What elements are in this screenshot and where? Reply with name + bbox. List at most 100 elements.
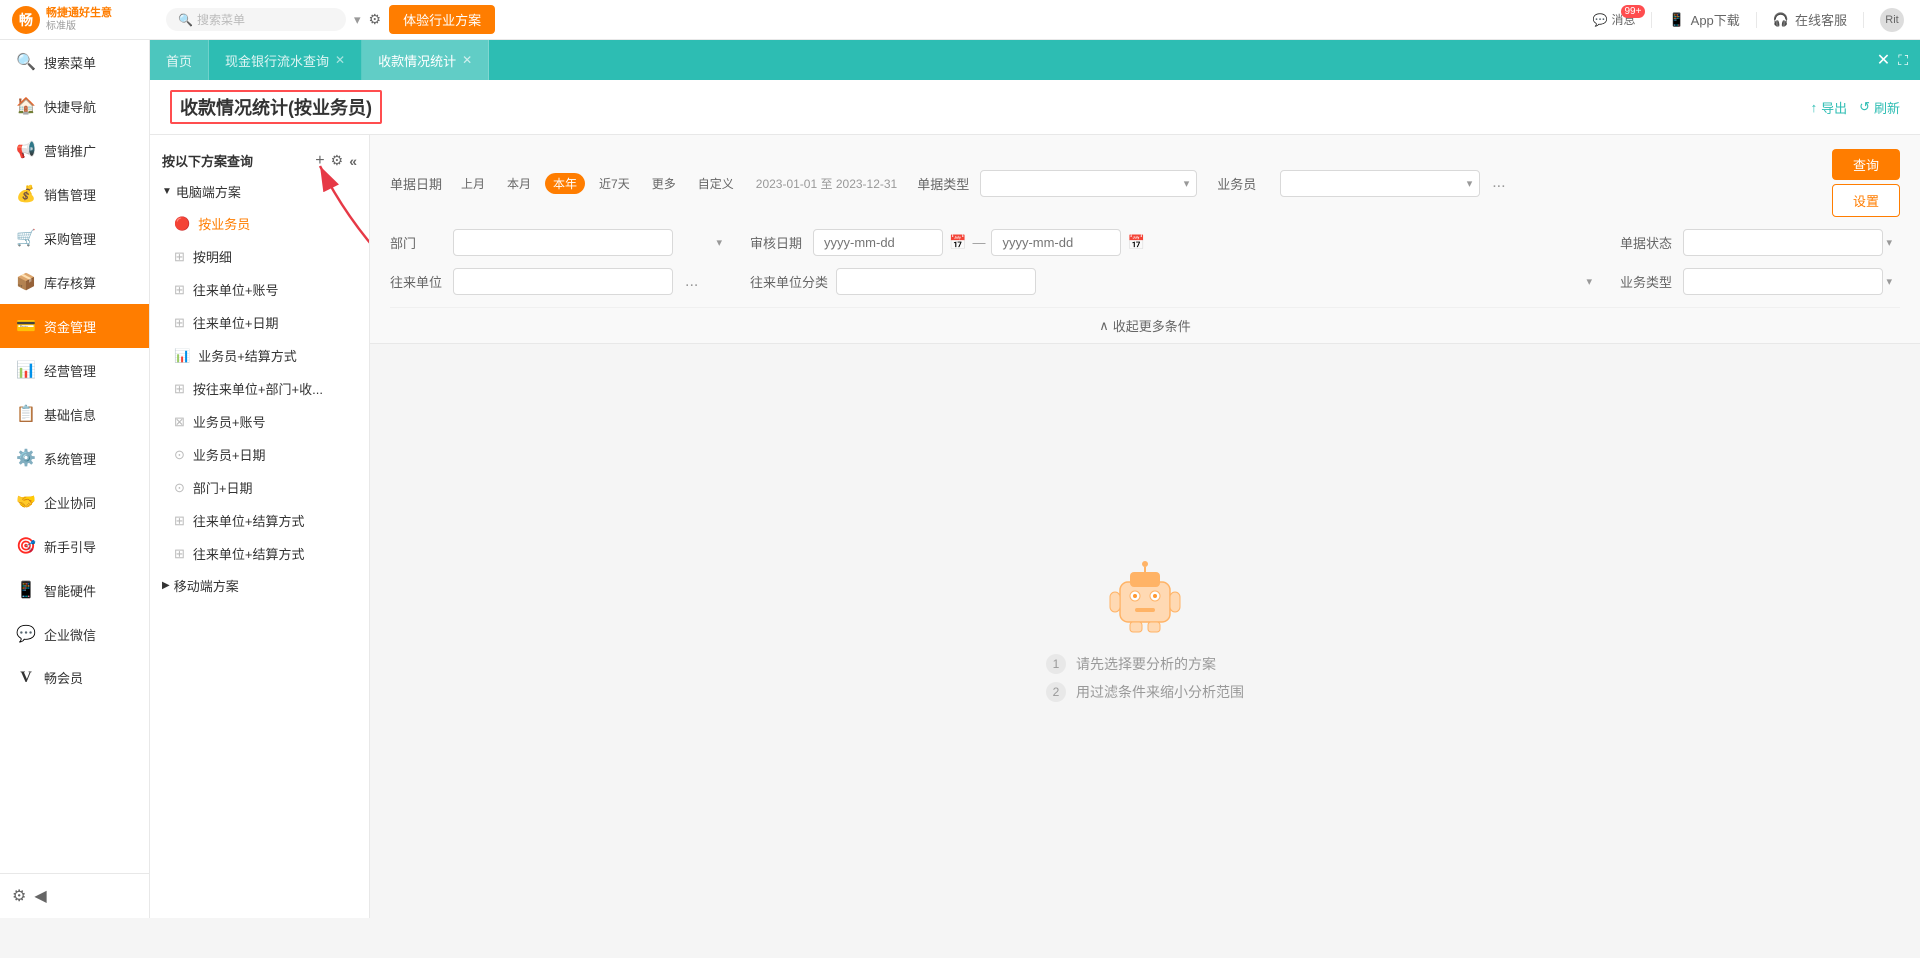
scheme-collapse-button[interactable]: « (349, 153, 357, 169)
online-service-link[interactable]: 🎧 在线客服 (1773, 10, 1847, 29)
doc-type-label: 单据类型 (917, 174, 972, 193)
scheme-item-dept-date[interactable]: ⊙ 部门+日期 (150, 471, 369, 504)
scheme-item-unit-settle2[interactable]: ⊞ 往来单位+结算方式 (150, 504, 369, 537)
scheme-add-button[interactable]: + (315, 152, 324, 170)
purchase-icon: 🛒 (16, 228, 36, 248)
counterpart-category-select-wrap (836, 268, 1600, 295)
sidebar-item-inventory[interactable]: 📦 库存核算 (0, 260, 149, 304)
audit-date-to[interactable] (991, 229, 1121, 256)
message-button[interactable]: 💬 消息 99+ (1593, 11, 1636, 28)
export-button[interactable]: ↑ 导出 (1811, 98, 1848, 117)
audit-date-from[interactable] (813, 229, 943, 256)
page-header: 收款情况统计(按业务员) ↑ 导出 ↺ 刷新 (150, 80, 1920, 135)
scheme-item-icon-9: ⊞ (174, 513, 185, 529)
export-icon: ↑ (1811, 100, 1818, 115)
page-title: 收款情况统计(按业务员) (170, 90, 382, 124)
counterpart-more-button[interactable]: ... (685, 273, 698, 291)
sidebar-item-member[interactable]: V 畅会员 (0, 656, 149, 699)
dropdown-icon[interactable]: ▾ (354, 12, 361, 28)
counterpart-input[interactable] (453, 268, 673, 295)
tab-collection[interactable]: 收款情况统计 ✕ (362, 40, 489, 80)
marketing-icon: 📢 (16, 140, 36, 160)
doc-status-select[interactable] (1683, 229, 1883, 256)
sidebar-item-search[interactable]: 🔍 搜索菜单 (0, 40, 149, 84)
date-prev-month[interactable]: 上月 (453, 173, 493, 194)
sidebar-item-enterprise[interactable]: 🤝 企业协同 (0, 480, 149, 524)
scheme-gear-button[interactable]: ⚙ (331, 152, 344, 169)
scheme-item-by-detail[interactable]: ⊞ 按明细 (150, 240, 369, 273)
app-logo-text: 畅捷通好生意 标准版 (46, 6, 112, 33)
date-filter-item: 单据日期 上月 本月 本年 近7天 更多 自定义 2023-01-01 至 (390, 173, 897, 194)
sidebar-item-system[interactable]: ⚙️ 系统管理 (0, 436, 149, 480)
sidebar-item-hardware[interactable]: 📱 智能硬件 (0, 568, 149, 612)
scheme-item-salesperson-account[interactable]: ⊠ 业务员+账号 (150, 405, 369, 438)
dept-select[interactable] (453, 229, 673, 256)
sidebar-item-finance[interactable]: 💳 资金管理 (0, 304, 149, 348)
scheme-group-pc-title[interactable]: ▼ 电脑端方案 (150, 176, 369, 207)
scheme-item-unit-settle3[interactable]: ⊞ 往来单位+结算方式 (150, 537, 369, 570)
sidebar-item-purchase[interactable]: 🛒 采购管理 (0, 216, 149, 260)
tab-close-window-icon[interactable]: ✕ (1877, 50, 1890, 70)
date-last7[interactable]: 近7天 (591, 173, 638, 194)
scheme-item-unit-account[interactable]: ⊞ 往来单位+账号 (150, 273, 369, 306)
scheme-group-mobile: ▶ 移动端方案 (150, 570, 369, 601)
scheme-item-by-salesperson[interactable]: 🔴 按业务员 (150, 207, 369, 240)
doc-status-select-wrap (1683, 229, 1900, 256)
calendar-to-icon[interactable]: 📅 (1127, 234, 1144, 251)
baseinfo-icon: 📋 (16, 404, 36, 424)
counterpart-category-select[interactable] (836, 268, 1036, 295)
scheme-item-salesperson-settle[interactable]: 📊 业务员+结算方式 (150, 339, 369, 372)
sidebar-bottom: ⚙ ◀‍ (0, 873, 149, 918)
date-custom[interactable]: 自定义 (690, 173, 742, 194)
sidebar-item-sales[interactable]: 💰 销售管理 (0, 172, 149, 216)
calendar-from-icon[interactable]: 📅 (949, 234, 966, 251)
scheme-item-unit-dept[interactable]: ⊞ 按往来单位+部门+收... (150, 372, 369, 405)
date-this-month[interactable]: 本月 (499, 173, 539, 194)
user-account[interactable]: Rit (1880, 8, 1904, 32)
salesperson-label: 业务员 (1217, 174, 1272, 193)
sidebar-item-marketing[interactable]: 📢 营销推广 (0, 128, 149, 172)
member-icon: V (16, 669, 36, 687)
date-filter-label: 单据日期 (390, 174, 445, 193)
salesperson-input[interactable] (1280, 170, 1480, 197)
sidebar-item-quicknav[interactable]: 🏠 快捷导航 (0, 84, 149, 128)
settings-button[interactable]: 设置 (1832, 184, 1900, 217)
scheme-item-icon-5: ⊞ (174, 381, 185, 397)
tab-close-collection[interactable]: ✕ (462, 53, 472, 67)
tab-bar-actions: ✕ ⛶ (1877, 50, 1920, 70)
sidebar: 🔍 搜索菜单 🏠 快捷导航 📢 营销推广 💰 销售管理 🛒 采购管理 📦 库存核… (0, 40, 150, 918)
doc-status-filter-item: 单据状态 (1620, 229, 1900, 256)
tab-expand-icon[interactable]: ⛶ (1898, 52, 1908, 69)
tab-home[interactable]: 首页 (150, 40, 209, 80)
menu-search-bar[interactable]: 🔍 搜索菜单 (166, 8, 346, 31)
sidebar-gear-icon[interactable]: ⚙ (12, 886, 26, 906)
sidebar-item-guide[interactable]: 🎯 新手引导 (0, 524, 149, 568)
tab-close-bank[interactable]: ✕ (335, 53, 345, 67)
hardware-icon: 📱 (16, 580, 36, 600)
scheme-item-unit-date[interactable]: ⊞ 往来单位+日期 (150, 306, 369, 339)
app-download-link[interactable]: 📱 App下载 (1668, 10, 1739, 29)
top-bar-left: 🔍 搜索菜单 ▾ ⚙ 体验行业方案 (166, 5, 495, 34)
try-industry-button[interactable]: 体验行业方案 (389, 5, 495, 34)
counterpart-category-filter-item: 往来单位分类 (750, 268, 1600, 295)
page-actions: ↑ 导出 ↺ 刷新 (1811, 98, 1900, 117)
sidebar-collapse-icon[interactable]: ◀‍ (34, 886, 46, 906)
sidebar-item-baseinfo[interactable]: 📋 基础信息 (0, 392, 149, 436)
date-more[interactable]: 更多 (644, 173, 684, 194)
doc-type-select[interactable] (980, 170, 1197, 197)
audit-date-label: 审核日期 (750, 233, 805, 252)
collapse-more-button[interactable]: ∧ 收起更多条件 (390, 307, 1900, 343)
query-button[interactable]: 查询 (1832, 149, 1900, 180)
tab-bank[interactable]: 现金银行流水查询 ✕ (209, 40, 362, 80)
sidebar-item-wechat[interactable]: 💬 企业微信 (0, 612, 149, 656)
dept-label: 部门 (390, 233, 445, 252)
scheme-group-mobile-title[interactable]: ▶ 移动端方案 (150, 570, 369, 601)
sidebar-item-operations[interactable]: 📊 经营管理 (0, 348, 149, 392)
biz-type-select[interactable] (1683, 268, 1883, 295)
refresh-button[interactable]: ↺ 刷新 (1859, 98, 1900, 117)
scheme-item-icon-4: 📊 (174, 348, 190, 364)
salesperson-more-button[interactable]: ... (1492, 174, 1505, 192)
scheme-item-salesperson-date[interactable]: ⊙ 业务员+日期 (150, 438, 369, 471)
settings-icon[interactable]: ⚙ (369, 11, 382, 28)
date-this-year[interactable]: 本年 (545, 173, 585, 194)
